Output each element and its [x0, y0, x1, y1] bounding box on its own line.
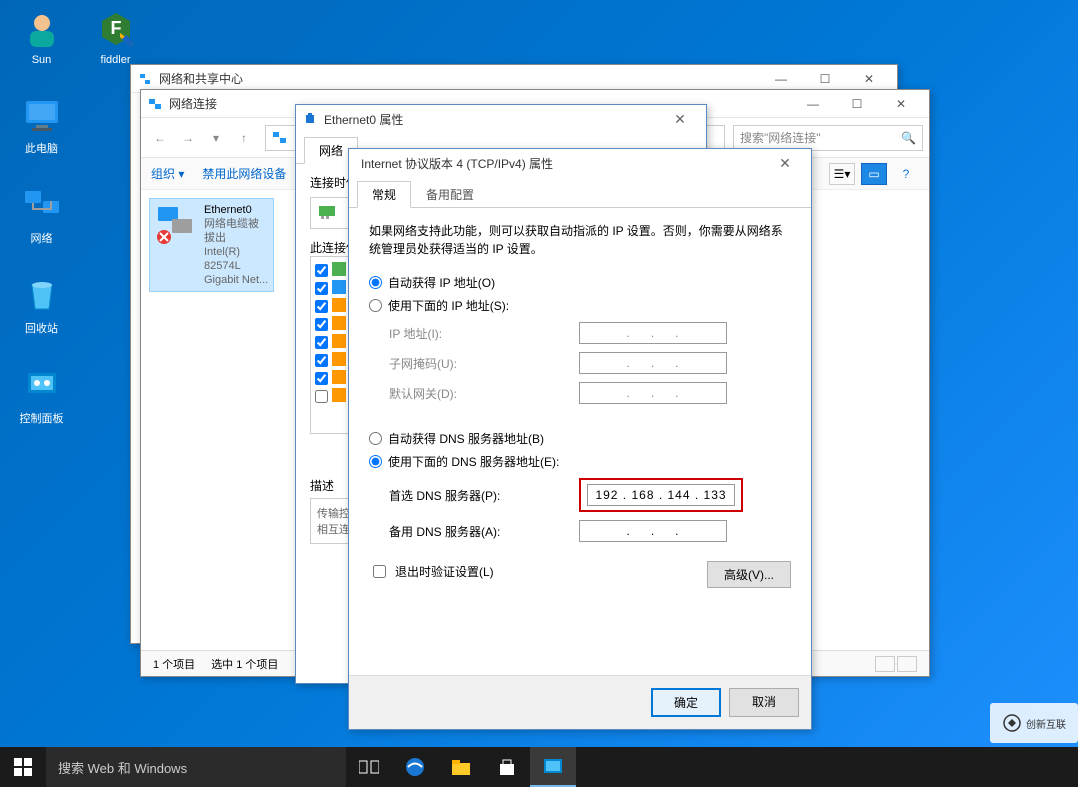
maximize-button[interactable]: ☐	[835, 90, 879, 118]
alt-dns-label: 备用 DNS 服务器(A):	[389, 523, 579, 540]
search-icon: 🔍	[901, 131, 916, 145]
taskbar: 搜索 Web 和 Windows	[0, 747, 1078, 787]
watermark: 创新互联	[990, 703, 1078, 743]
pref-dns-highlight: 192 . 168 . 144 . 133	[579, 478, 743, 512]
cancel-button[interactable]: 取消	[729, 688, 799, 717]
network-connections-icon	[147, 96, 163, 112]
adapter-icon	[154, 203, 198, 247]
validate-checkbox[interactable]	[373, 565, 386, 578]
dialog-title: Internet 协议版本 4 (TCP/IPv4) 属性	[355, 155, 765, 172]
radio-use-dns[interactable]	[369, 455, 382, 468]
status-selected: 选中 1 个项目	[211, 656, 278, 672]
tab-general[interactable]: 常规	[357, 181, 411, 208]
adapter-device: Intel(R) 82574L Gigabit Net...	[204, 245, 269, 287]
user-icon	[21, 8, 63, 50]
desktop-icon-network[interactable]: 网络	[14, 184, 69, 246]
view-details-button[interactable]	[875, 656, 895, 672]
organize-button[interactable]: 组织 ▾	[151, 165, 184, 182]
ip-label: IP 地址(I):	[389, 325, 579, 342]
dialog-ipv4-properties: Internet 协议版本 4 (TCP/IPv4) 属性 ✕ 常规 备用配置 …	[348, 148, 812, 730]
pref-dns-field[interactable]: 192 . 168 . 144 . 133	[587, 484, 735, 506]
computer-icon	[21, 94, 63, 136]
radio-auto-dns[interactable]	[369, 432, 382, 445]
adapter-status: 网络电缆被拔出	[204, 217, 269, 245]
control-panel-icon	[21, 364, 63, 406]
taskbar-edge[interactable]	[392, 747, 438, 787]
radio-auto-ip[interactable]	[369, 276, 382, 289]
fiddler-icon: F	[95, 8, 137, 50]
preview-pane-button[interactable]: ▭	[861, 163, 887, 185]
tab-alternate[interactable]: 备用配置	[411, 181, 489, 207]
adapter-ethernet0[interactable]: Ethernet0 网络电缆被拔出 Intel(R) 82574L Gigabi…	[149, 198, 274, 292]
radio-use-ip[interactable]	[369, 299, 382, 312]
disable-device-button[interactable]: 禁用此网络设备	[202, 165, 286, 182]
alt-dns-field[interactable]: ...	[579, 520, 727, 542]
ip-field: ...	[579, 322, 727, 344]
taskbar-explorer[interactable]	[438, 747, 484, 787]
status-items: 1 个项目	[153, 656, 195, 672]
nav-back-button[interactable]: ←	[147, 125, 173, 151]
adapter-name: Ethernet0	[204, 203, 269, 217]
network-icon	[21, 184, 63, 226]
nav-up-button[interactable]: ↑	[231, 125, 257, 151]
taskbar-control-panel[interactable]	[530, 747, 576, 787]
desktop-icons: Sun 此电脑 网络 回收站 控制面板	[14, 8, 69, 426]
recycle-bin-icon	[21, 274, 63, 316]
close-button[interactable]: ✕	[879, 90, 923, 118]
advanced-button[interactable]: 高级(V)...	[707, 561, 791, 588]
taskbar-store[interactable]	[484, 747, 530, 787]
window-title: 网络和共享中心	[159, 70, 759, 87]
ok-button[interactable]: 确定	[651, 688, 721, 717]
desktop-icon-fiddler[interactable]: F fiddler	[88, 8, 143, 66]
pref-dns-label: 首选 DNS 服务器(P):	[389, 487, 579, 504]
minimize-button[interactable]: —	[791, 90, 835, 118]
close-button[interactable]: ✕	[765, 150, 805, 176]
start-button[interactable]	[0, 747, 46, 787]
desktop-icon-recyclebin[interactable]: 回收站	[14, 274, 69, 336]
close-button[interactable]: ✕	[660, 106, 700, 132]
desktop-icon-controlpanel[interactable]: 控制面板	[14, 364, 69, 426]
gateway-field: ...	[579, 382, 727, 404]
dialog-title: Ethernet0 属性	[324, 111, 660, 128]
taskbar-search[interactable]: 搜索 Web 和 Windows	[46, 747, 346, 787]
view-tiles-button[interactable]	[897, 656, 917, 672]
search-box[interactable]: 搜索"网络连接"🔍	[733, 125, 923, 151]
network-sharing-icon	[137, 71, 153, 87]
view-options-button[interactable]: ☰▾	[829, 163, 855, 185]
nic-icon	[317, 202, 339, 224]
help-button[interactable]: ?	[893, 163, 919, 185]
intro-text: 如果网络支持此功能，则可以获取自动指派的 IP 设置。否则，你需要从网络系统管理…	[369, 222, 791, 258]
svg-text:F: F	[110, 18, 121, 38]
desktop-icon-thispc[interactable]: 此电脑	[14, 94, 69, 156]
gateway-label: 默认网关(D):	[389, 385, 579, 402]
task-view-button[interactable]	[346, 747, 392, 787]
desktop-icon-sun[interactable]: Sun	[14, 8, 69, 66]
mask-field: ...	[579, 352, 727, 374]
ethernet-icon	[302, 111, 318, 127]
mask-label: 子网掩码(U):	[389, 355, 579, 372]
nav-forward-button[interactable]: →	[175, 125, 201, 151]
nav-recent-button[interactable]: ▾	[203, 125, 229, 151]
